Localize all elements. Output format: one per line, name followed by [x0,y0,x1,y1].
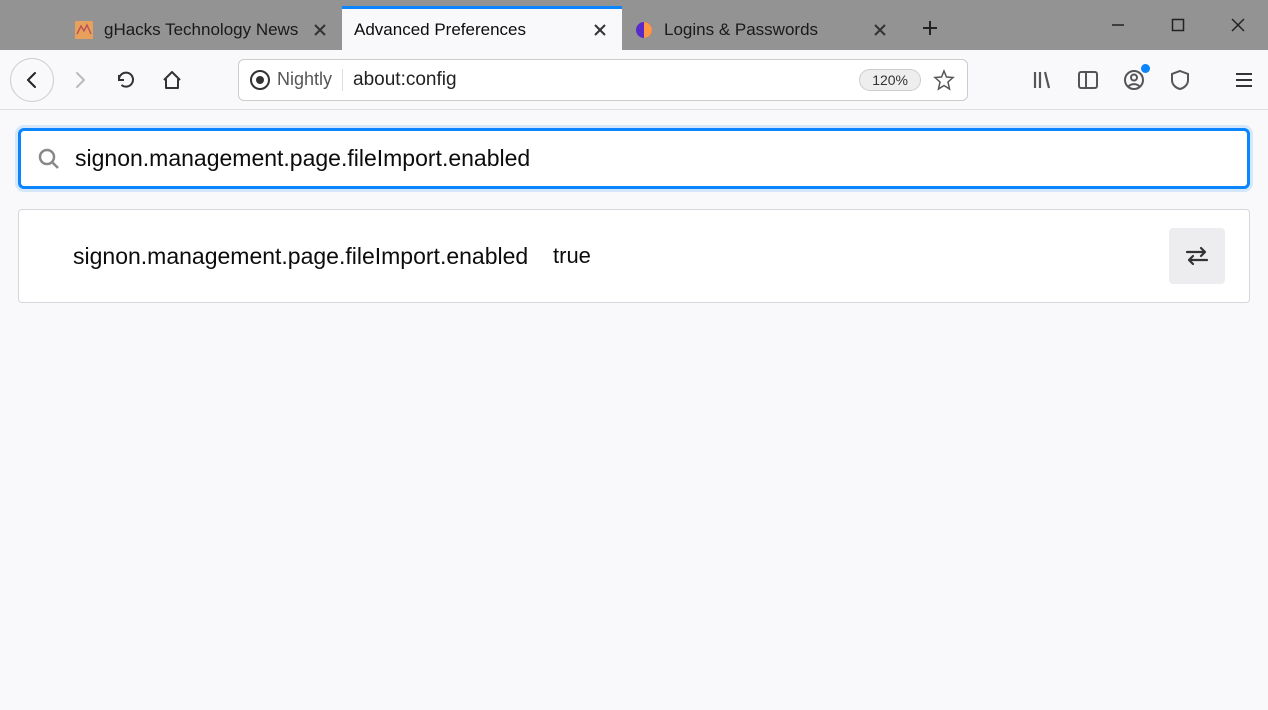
tab-title: Advanced Preferences [354,20,580,40]
account-icon[interactable] [1120,66,1148,94]
tab-title: Logins & Passwords [664,20,860,40]
preference-search-container [18,128,1250,189]
back-button[interactable] [10,58,54,102]
titlebar: gHacks Technology News Advanced Preferen… [0,0,1268,50]
firefox-icon [249,69,271,91]
bookmark-star-icon[interactable] [931,67,957,93]
tab-strip: gHacks Technology News Advanced Preferen… [62,2,950,50]
new-tab-button[interactable] [910,6,950,50]
forward-button[interactable] [60,60,100,100]
preference-search-input[interactable] [75,145,1231,172]
zoom-level-badge[interactable]: 120% [859,69,921,91]
url-bar[interactable]: Nightly 120% [238,59,968,101]
tab-title: gHacks Technology News [104,20,300,40]
about-config-content: signon.management.page.fileImport.enable… [0,110,1268,321]
notification-dot-icon [1141,64,1150,73]
tab-ghacks[interactable]: gHacks Technology News [62,6,342,50]
ghacks-favicon-icon [74,20,94,40]
reload-button[interactable] [106,60,146,100]
preference-value: true [533,243,1169,269]
url-input[interactable] [353,69,849,91]
menu-button[interactable] [1230,66,1258,94]
identity-box[interactable]: Nightly [249,69,343,91]
preference-row: signon.management.page.fileImport.enable… [18,209,1250,303]
window-controls [1088,0,1268,50]
close-window-button[interactable] [1208,0,1268,50]
library-icon[interactable] [1028,66,1056,94]
toggle-arrows-icon [1182,241,1212,271]
maximize-button[interactable] [1148,0,1208,50]
preference-name: signon.management.page.fileImport.enable… [73,239,533,274]
close-icon[interactable] [310,20,330,40]
minimize-button[interactable] [1088,0,1148,50]
navigation-toolbar: Nightly 120% [0,50,1268,110]
firefox-favicon-icon [634,20,654,40]
search-icon [37,147,61,171]
tab-advanced-preferences[interactable]: Advanced Preferences [342,6,622,50]
toolbar-icons [1028,66,1258,94]
home-button[interactable] [152,60,192,100]
tab-logins-passwords[interactable]: Logins & Passwords [622,6,902,50]
sidebar-icon[interactable] [1074,66,1102,94]
close-icon[interactable] [870,20,890,40]
close-icon[interactable] [590,20,610,40]
identity-label: Nightly [277,69,332,90]
shield-icon[interactable] [1166,66,1194,94]
toggle-button[interactable] [1169,228,1225,284]
